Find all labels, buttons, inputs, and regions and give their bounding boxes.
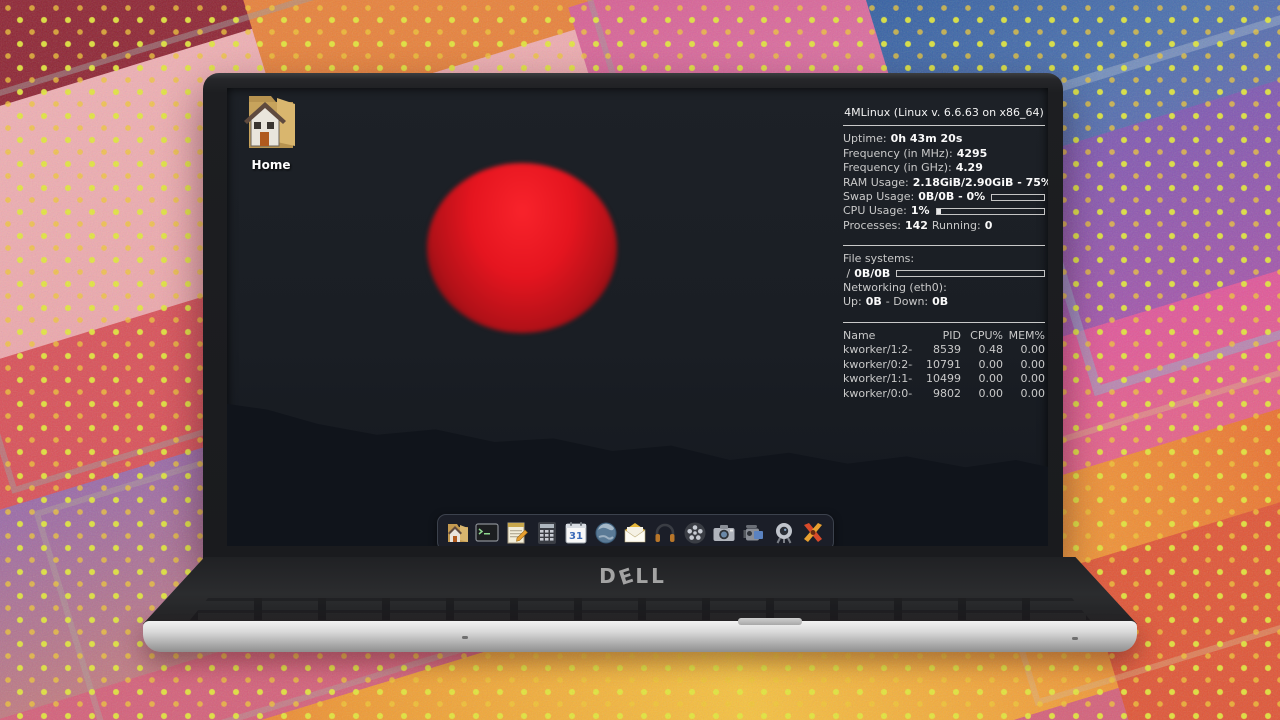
process-row-pid: 8539	[917, 343, 961, 357]
stat-freq-ghz: Frequency (in GHz):4.29	[843, 161, 1045, 175]
filesystems-heading: File systems:	[843, 252, 1045, 266]
audio-player-icon[interactable]	[652, 520, 678, 546]
calculator-icon[interactable]	[534, 520, 560, 546]
networking-heading: Networking (eth0):	[843, 281, 1045, 295]
stat-network: Up:0B- Down:0B	[843, 295, 1045, 309]
lid-notch	[738, 618, 802, 625]
base-screw	[1072, 637, 1078, 640]
process-row-mem: 0.00	[1007, 387, 1045, 401]
stat-cpu: CPU Usage:1%	[843, 204, 1045, 218]
col-header-name: Name	[843, 329, 913, 343]
system-monitor-widget: 4MLinux (Linux v. 6.6.63 on x86_64) Upti…	[843, 106, 1045, 401]
video-player-icon[interactable]	[682, 520, 708, 546]
process-row-mem: 0.00	[1007, 358, 1045, 372]
process-row-cpu: 0.00	[965, 358, 1003, 372]
red-sun-wallpaper	[427, 163, 617, 333]
divider	[843, 125, 1045, 126]
application-dock: 31	[437, 514, 834, 546]
stat-processes: Processes:142Running:0	[843, 219, 1045, 233]
webcam-icon[interactable]	[771, 520, 797, 546]
process-table: Name PID CPU% MEM% kworker/1:2-mm_p 8539…	[843, 329, 1045, 401]
process-row-mem: 0.00	[1007, 343, 1045, 357]
stat-swap: Swap Usage:0B/0B - 0%	[843, 190, 1045, 204]
multimedia-tools-icon[interactable]	[800, 520, 826, 546]
swap-bar	[991, 194, 1045, 201]
dell-logo: DELL	[203, 564, 1063, 588]
base-screw	[462, 636, 468, 639]
keyboard-keys	[190, 598, 1090, 620]
text-editor-icon[interactable]	[504, 520, 530, 546]
col-header-mem: MEM%	[1007, 329, 1045, 343]
calendar-icon[interactable]: 31	[563, 520, 589, 546]
laptop-base	[143, 621, 1137, 652]
process-row-cpu: 0.48	[965, 343, 1003, 357]
system-title: 4MLinux (Linux v. 6.6.63 on x86_64)	[843, 106, 1045, 120]
stat-uptime: Uptime:0h 43m 20s	[843, 132, 1045, 146]
process-row-pid: 10499	[917, 372, 961, 386]
stat-fs-root: /0B/0B	[843, 267, 1045, 281]
home-folder-icon[interactable]	[445, 520, 471, 546]
divider	[843, 245, 1045, 246]
process-row-name: kworker/0:0-ata_	[843, 387, 913, 401]
email-icon[interactable]	[622, 520, 648, 546]
stat-ram: RAM Usage:2.18GiB/2.90GiB - 75%	[843, 176, 1045, 190]
home-folder-icon	[239, 90, 303, 152]
desktop-icon-home[interactable]: Home	[235, 90, 307, 172]
svg-text:31: 31	[569, 531, 583, 542]
web-browser-icon[interactable]	[593, 520, 619, 546]
process-row-name: kworker/0:2-even	[843, 358, 913, 372]
process-row-name: kworker/1:1-ata_	[843, 372, 913, 386]
terminal-icon[interactable]	[474, 520, 500, 546]
process-row-pid: 10791	[917, 358, 961, 372]
fs-root-bar	[896, 270, 1045, 277]
col-header-pid: PID	[917, 329, 961, 343]
process-row-pid: 9802	[917, 387, 961, 401]
process-row-name: kworker/1:2-mm_p	[843, 343, 913, 357]
divider	[843, 322, 1045, 323]
camcorder-icon[interactable]	[741, 520, 767, 546]
process-row-cpu: 0.00	[965, 387, 1003, 401]
desktop-icon-label: Home	[235, 158, 307, 172]
stat-freq-mhz: Frequency (in MHz):4295	[843, 147, 1045, 161]
col-header-cpu: CPU%	[965, 329, 1003, 343]
process-row-mem: 0.00	[1007, 372, 1045, 386]
image-viewer-icon[interactable]	[711, 520, 737, 546]
laptop-screen: Home 4MLinux (Linux v. 6.6.63 on x86_64)…	[227, 88, 1048, 546]
cpu-bar	[936, 208, 1045, 215]
dell-laptop: Home 4MLinux (Linux v. 6.6.63 on x86_64)…	[0, 0, 1280, 720]
process-row-cpu: 0.00	[965, 372, 1003, 386]
